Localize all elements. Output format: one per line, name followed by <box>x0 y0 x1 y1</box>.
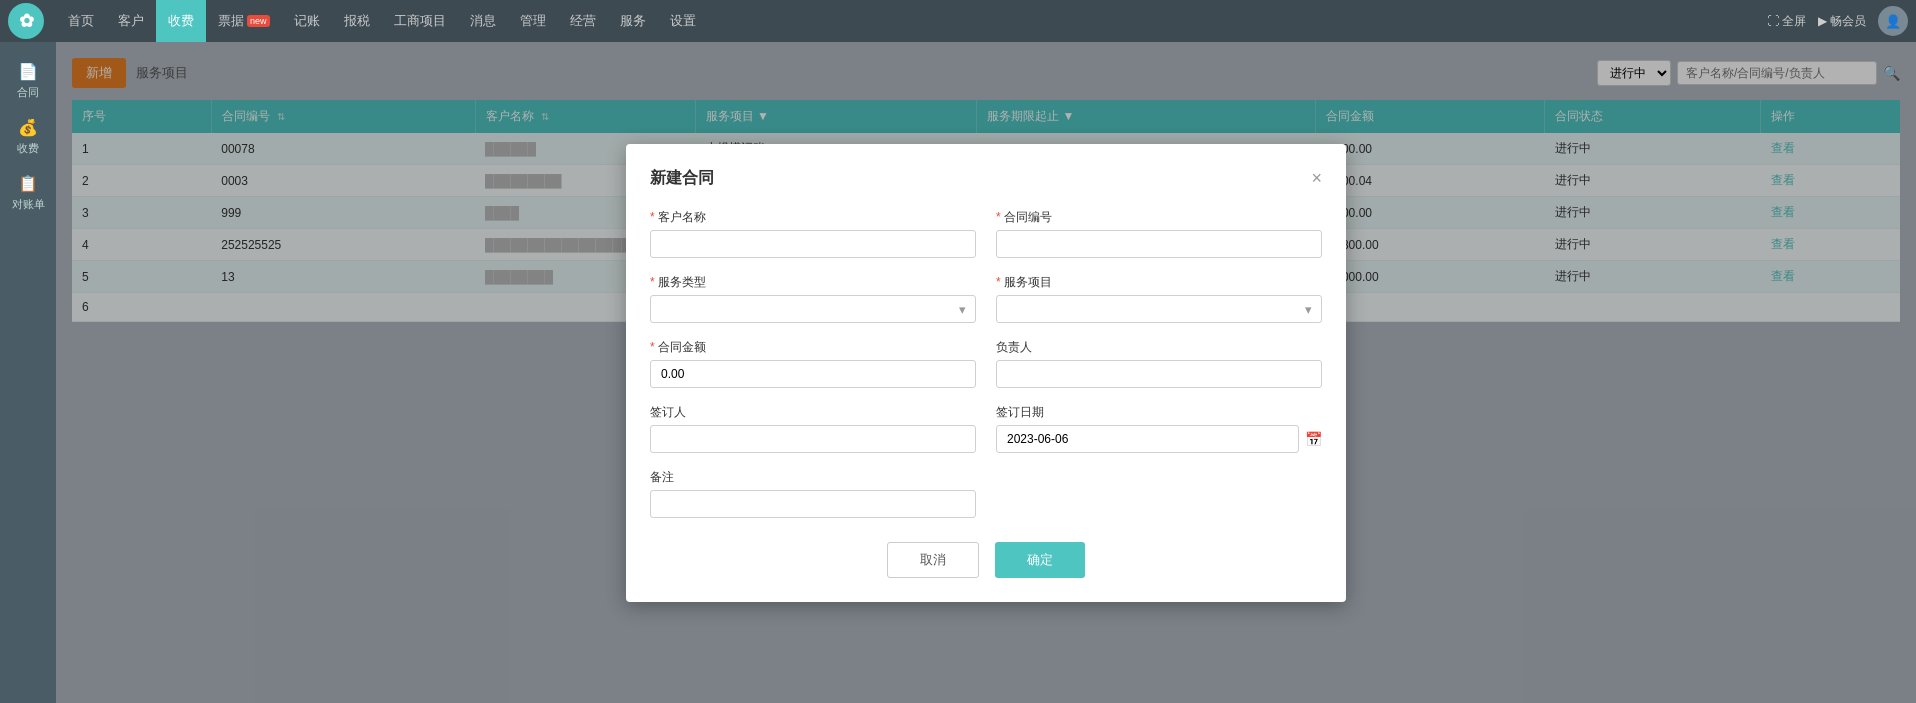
nav-tax[interactable]: 报税 <box>332 0 382 42</box>
cancel-button[interactable]: 取消 <box>887 542 979 578</box>
nav-message[interactable]: 消息 <box>458 0 508 42</box>
form-row-1: 客户名称 合同编号 <box>650 209 1322 258</box>
nav-accounts[interactable]: 记账 <box>282 0 332 42</box>
contract-no-input[interactable] <box>996 230 1322 258</box>
new-contract-modal: 新建合同 × 客户名称 合同编号 服务类型 <box>626 144 1346 602</box>
fee-icon: 💰 <box>17 116 39 138</box>
sidebar-item-label-contract: 合同 <box>17 85 39 100</box>
form-row-2: 服务类型 服务项目 <box>650 274 1322 323</box>
nav-manage[interactable]: 管理 <box>508 0 558 42</box>
service-item-select[interactable] <box>996 295 1322 323</box>
play-icon: ▶ <box>1818 14 1827 28</box>
form-row-3: 合同金额 负责人 <box>650 339 1322 388</box>
modal-header: 新建合同 × <box>650 168 1322 189</box>
field-signer: 签订人 <box>650 404 976 453</box>
avatar-icon: 👤 <box>1885 14 1901 29</box>
sidebar: 📄 合同 💰 收费 📋 对账单 <box>0 42 56 703</box>
nav-home[interactable]: 首页 <box>56 0 106 42</box>
modal-title: 新建合同 <box>650 168 714 189</box>
remark-input[interactable] <box>650 490 976 518</box>
service-type-select-wrap <box>650 295 976 323</box>
app-logo: ✿ <box>8 3 44 39</box>
service-type-label: 服务类型 <box>650 274 976 291</box>
new-badge: new <box>247 15 270 27</box>
field-service-type: 服务类型 <box>650 274 976 323</box>
fullscreen-button[interactable]: ⛶ 全屏 <box>1767 13 1806 30</box>
modal-footer: 取消 确定 <box>650 542 1322 578</box>
nav-service[interactable]: 服务 <box>608 0 658 42</box>
service-item-select-wrap <box>996 295 1322 323</box>
sign-date-input[interactable] <box>996 425 1299 453</box>
sidebar-item-reconcile[interactable]: 📋 对账单 <box>0 164 56 220</box>
top-nav: ✿ 首页 客户 收费 票据 new 记账 报税 工商项目 消息 管理 经营 服务… <box>0 0 1916 42</box>
form-row-4: 签订人 签订日期 📅 <box>650 404 1322 453</box>
nav-customer[interactable]: 客户 <box>106 0 156 42</box>
service-item-label: 服务项目 <box>996 274 1322 291</box>
field-sign-date: 签订日期 📅 <box>996 404 1322 453</box>
nav-business[interactable]: 工商项目 <box>382 0 458 42</box>
member-button[interactable]: ▶ 畅会员 <box>1818 13 1866 30</box>
signer-label: 签订人 <box>650 404 976 421</box>
modal-close-button[interactable]: × <box>1311 168 1322 189</box>
remark-label: 备注 <box>650 469 976 486</box>
sidebar-item-fee[interactable]: 💰 收费 <box>0 108 56 164</box>
calendar-icon[interactable]: 📅 <box>1305 431 1322 447</box>
field-service-item: 服务项目 <box>996 274 1322 323</box>
user-avatar[interactable]: 👤 <box>1878 6 1908 36</box>
fullscreen-icon: ⛶ <box>1767 14 1779 28</box>
field-contract-amount: 合同金额 <box>650 339 976 388</box>
contract-amount-label: 合同金额 <box>650 339 976 356</box>
content-area: 新增 服务项目 进行中 已完成 已终止 🔍 序号 合同编号 ⇅ 客户名称 ⇅ 服… <box>56 42 1916 703</box>
field-contract-no: 合同编号 <box>996 209 1322 258</box>
field-customer-name: 客户名称 <box>650 209 976 258</box>
responsible-person-label: 负责人 <box>996 339 1322 356</box>
contract-amount-input[interactable] <box>650 360 976 388</box>
nav-invoice[interactable]: 收费 <box>156 0 206 42</box>
sidebar-item-label-reconcile: 对账单 <box>12 197 45 212</box>
confirm-button[interactable]: 确定 <box>995 542 1085 578</box>
nav-operation[interactable]: 经营 <box>558 0 608 42</box>
contract-icon: 📄 <box>17 60 39 82</box>
reconcile-icon: 📋 <box>17 172 39 194</box>
form-row-5: 备注 <box>650 469 1322 518</box>
sidebar-item-label-fee: 收费 <box>17 141 39 156</box>
customer-name-label: 客户名称 <box>650 209 976 226</box>
nav-settings[interactable]: 设置 <box>658 0 708 42</box>
top-nav-right: ⛶ 全屏 ▶ 畅会员 👤 <box>1767 6 1908 36</box>
customer-name-input[interactable] <box>650 230 976 258</box>
field-remark: 备注 <box>650 469 976 518</box>
main-layout: 📄 合同 💰 收费 📋 对账单 新增 服务项目 进行中 已完成 已终止 � <box>0 42 1916 703</box>
sign-date-row: 📅 <box>996 425 1322 453</box>
service-type-select[interactable] <box>650 295 976 323</box>
signer-input[interactable] <box>650 425 976 453</box>
sidebar-item-contract[interactable]: 📄 合同 <box>0 52 56 108</box>
responsible-person-input[interactable] <box>996 360 1322 388</box>
sign-date-label: 签订日期 <box>996 404 1322 421</box>
field-responsible-person: 负责人 <box>996 339 1322 388</box>
nav-ticket[interactable]: 票据 new <box>206 0 282 42</box>
contract-no-label: 合同编号 <box>996 209 1322 226</box>
